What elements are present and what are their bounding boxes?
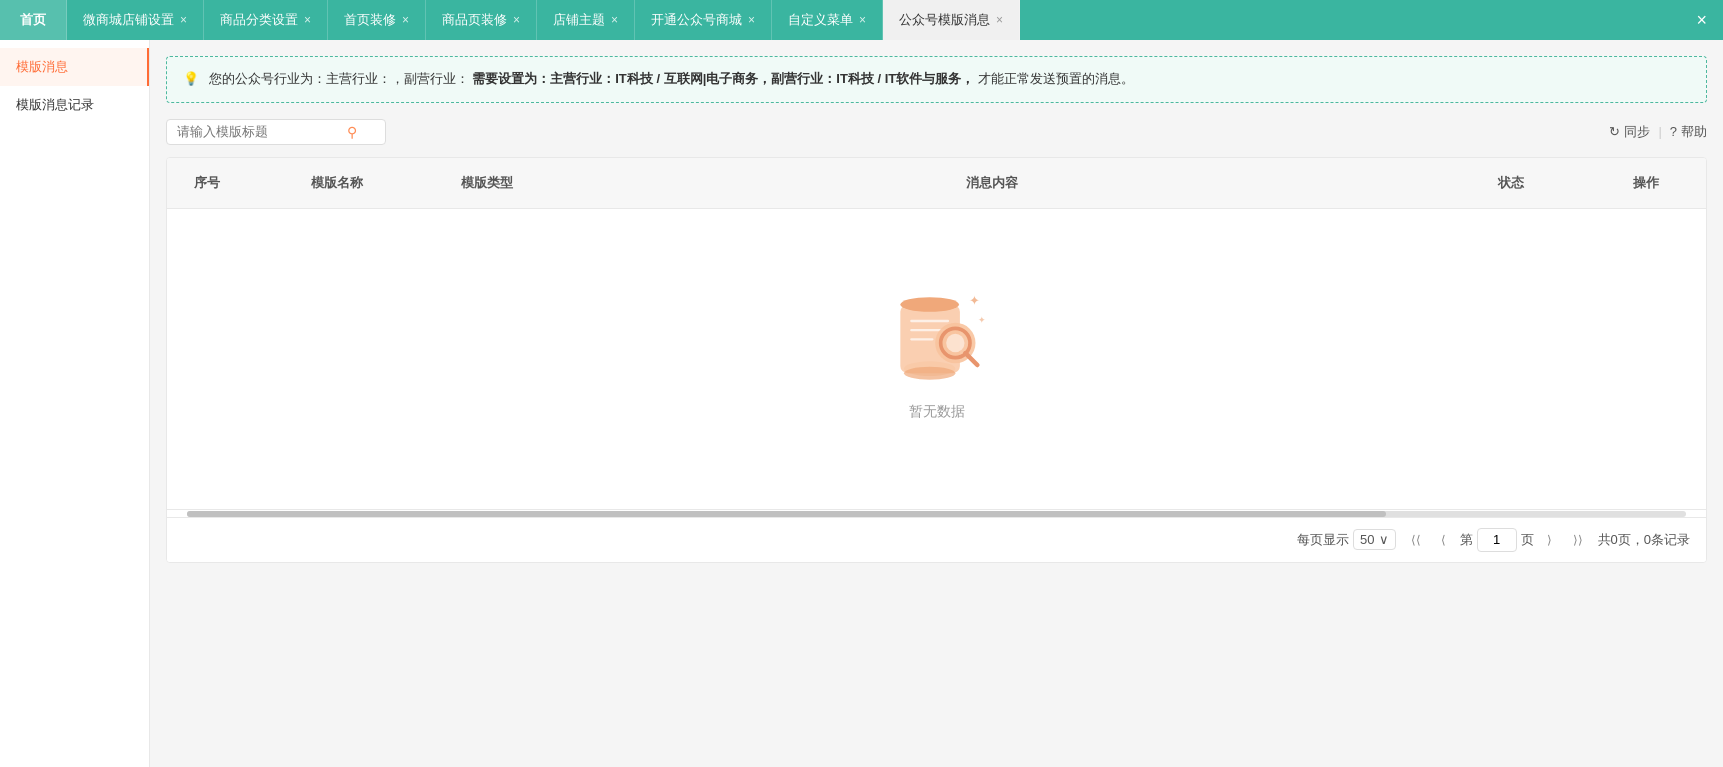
scroll-bar-track [187,511,1686,517]
pagination: 每页显示 50 ∨ ⟨⟨ ⟨ 第 页 ⟩ ⟩⟩ 共0页，0条记录 [167,517,1706,562]
svg-point-2 [900,297,959,312]
col-seq: 序号 [167,168,247,198]
last-page-button[interactable]: ⟩⟩ [1566,528,1590,552]
tab-open-mall[interactable]: 开通公众号商城 × [635,0,772,40]
tab-home-decor[interactable]: 首页装修 × [328,0,426,40]
tab-shop-theme[interactable]: 店铺主题 × [537,0,635,40]
tab-template-msg-close[interactable]: × [996,13,1003,27]
tab-wechat-shop-label: 微商城店铺设置 [83,11,174,29]
tab-home-label: 首页 [20,11,46,29]
svg-text:✦: ✦ [978,315,986,325]
page-nav: ⟨⟨ ⟨ 第 页 ⟩ ⟩⟩ [1404,528,1590,552]
next-page-button[interactable]: ⟩ [1538,528,1562,552]
col-status: 状态 [1436,168,1586,198]
table-body: ✦ ✦ 暂无数据 [167,209,1706,509]
tab-custom-menu[interactable]: 自定义菜单 × [772,0,883,40]
tab-template-msg-label: 公众号模版消息 [899,11,990,29]
table-header: 序号 模版名称 模版类型 消息内容 状态 操作 [167,158,1706,209]
tab-template-msg[interactable]: 公众号模版消息 × [883,0,1020,40]
chevron-down-icon: ∨ [1379,532,1389,547]
toolbar-right: ↻ 同步 | ? 帮助 [1609,123,1707,141]
tab-home-decor-label: 首页装修 [344,11,396,29]
col-type: 模版类型 [427,168,547,198]
tab-wechat-shop-close[interactable]: × [180,13,187,27]
main-content: 💡 您的公众号行业为：主营行业：，副营行业： 需要设置为：主营行业：IT科技 /… [150,40,1723,767]
search-icon[interactable]: ⚲ [347,124,357,140]
tab-wechat-shop[interactable]: 微商城店铺设置 × [67,0,204,40]
tab-product-category-label: 商品分类设置 [220,11,298,29]
page-suffix-label: 页 [1521,531,1534,549]
col-name: 模版名称 [247,168,427,198]
total-records-label: 共0页，0条记录 [1598,531,1690,549]
sync-button[interactable]: ↻ 同步 [1609,123,1650,141]
sidebar: 模版消息 模版消息记录 [0,40,150,767]
help-button[interactable]: ? 帮助 [1670,123,1707,141]
notice-text-highlight: 需要设置为：主营行业：IT科技 / 互联网|电子商务，副营行业：IT科技 / I… [472,71,974,86]
svg-point-9 [946,334,964,352]
page-size-select: 每页显示 50 ∨ [1297,529,1395,550]
tab-shop-theme-label: 店铺主题 [553,11,605,29]
sidebar-item-template-msg-label: 模版消息 [16,59,68,74]
svg-point-3 [904,367,955,380]
empty-illustration: ✦ ✦ [882,277,992,387]
notice-icon: 💡 [183,71,199,86]
layout: 模版消息 模版消息记录 💡 您的公众号行业为：主营行业：，副营行业： 需要设置为… [0,40,1723,767]
sidebar-item-template-msg[interactable]: 模版消息 [0,48,149,86]
tab-open-mall-label: 开通公众号商城 [651,11,742,29]
help-label: 帮助 [1681,123,1707,141]
scroll-bar-thumb[interactable] [187,511,1386,517]
page-prefix-label: 第 [1460,531,1473,549]
sync-label: 同步 [1624,123,1650,141]
prev-page-button[interactable]: ⟨ [1432,528,1456,552]
first-page-button[interactable]: ⟨⟨ [1404,528,1428,552]
tab-home[interactable]: 首页 [0,0,67,40]
page-size-label: 每页显示 [1297,531,1349,549]
tab-home-decor-close[interactable]: × [402,13,409,27]
search-input-wrap[interactable]: ⚲ [166,119,386,145]
page-size-dropdown[interactable]: 50 ∨ [1353,529,1395,550]
help-icon: ? [1670,124,1677,139]
notice-text-prefix: 您的公众号行业为：主营行业：，副营行业： [209,71,469,86]
sync-icon: ↻ [1609,124,1620,139]
col-content: 消息内容 [547,168,1436,198]
tab-bar-close-all[interactable]: × [1680,0,1723,40]
tab-bar: 首页 微商城店铺设置 × 商品分类设置 × 首页装修 × 商品页装修 × 店铺主… [0,0,1723,40]
empty-text: 暂无数据 [909,403,965,421]
sidebar-item-template-log[interactable]: 模版消息记录 [0,86,149,124]
tab-product-decor-label: 商品页装修 [442,11,507,29]
tab-open-mall-close[interactable]: × [748,13,755,27]
search-bar: ⚲ ↻ 同步 | ? 帮助 [166,119,1707,145]
tab-product-category[interactable]: 商品分类设置 × [204,0,328,40]
data-table: 序号 模版名称 模版类型 消息内容 状态 操作 [166,157,1707,563]
tab-product-decor[interactable]: 商品页装修 × [426,0,537,40]
tab-product-decor-close[interactable]: × [513,13,520,27]
sidebar-item-template-log-label: 模版消息记录 [16,97,94,112]
tab-custom-menu-label: 自定义菜单 [788,11,853,29]
notice-text-suffix: 才能正常发送预置的消息。 [978,71,1134,86]
scroll-bar-area[interactable] [167,509,1706,517]
toolbar-divider: | [1658,124,1661,139]
tab-product-category-close[interactable]: × [304,13,311,27]
current-page-input[interactable] [1477,528,1517,552]
svg-text:✦: ✦ [969,292,980,307]
search-input[interactable] [177,124,347,139]
page-size-value: 50 [1360,532,1374,547]
empty-state: ✦ ✦ 暂无数据 [882,277,992,421]
tab-custom-menu-close[interactable]: × [859,13,866,27]
tab-shop-theme-close[interactable]: × [611,13,618,27]
notice-banner: 💡 您的公众号行业为：主营行业：，副营行业： 需要设置为：主营行业：IT科技 /… [166,56,1707,103]
col-actions: 操作 [1586,168,1706,198]
